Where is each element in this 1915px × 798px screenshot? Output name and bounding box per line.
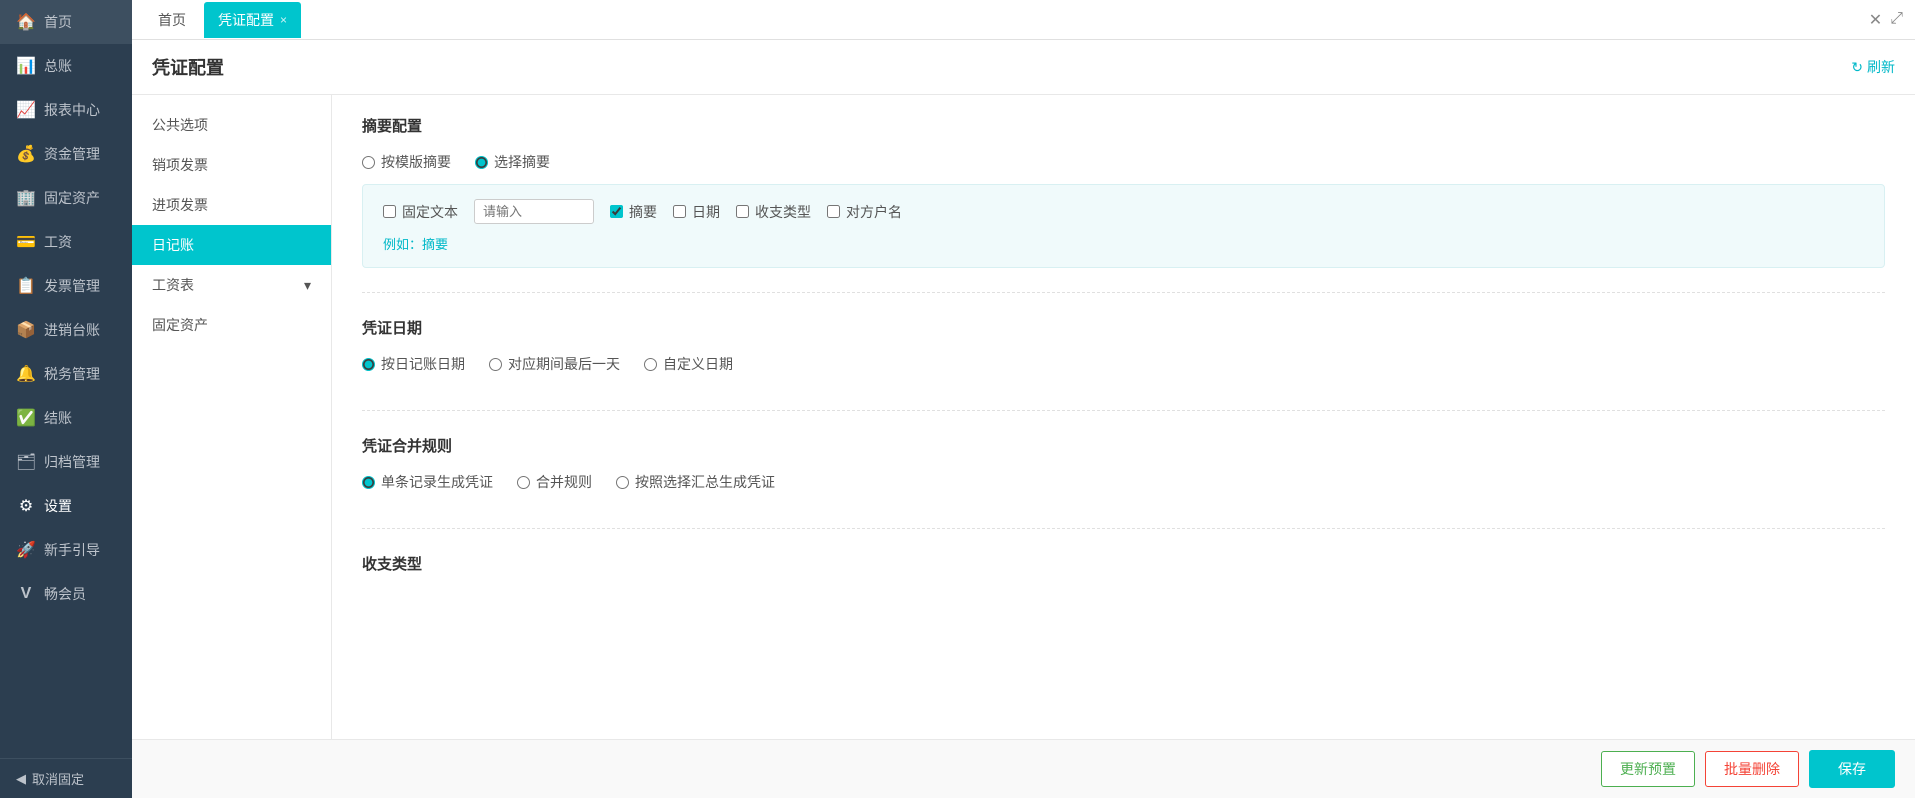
radio-select-summary[interactable]: 按照选择汇总生成凭证 [616,472,775,492]
settings-icon: ⚙ [16,496,36,516]
tax-icon: 🔔 [16,364,36,384]
invoice-icon: 📋 [16,276,36,296]
sidebar-item-guide[interactable]: 🚀 新手引导 [0,528,132,572]
checkbox-fixed-text[interactable]: 固定文本 [383,202,458,222]
summary-radio-group: 按模版摘要 选择摘要 [362,152,1885,172]
merge-rules-title: 凭证合并规则 [362,435,1885,456]
income-type-title: 收支类型 [362,553,1885,574]
archive-icon: 🗂 [16,452,36,472]
income-type-section: 收支类型 [362,553,1885,614]
home-icon: 🏠 [16,12,36,32]
sidebar-item-fixed-assets[interactable]: 🏢 固定资产 [0,176,132,220]
tab-home[interactable]: 首页 [144,2,200,38]
checkbox-counterpart[interactable]: 对方户名 [827,202,902,222]
summary-config-box: 固定文本 摘要 日期 收支类型 [362,184,1885,268]
radio-select-summary[interactable]: 选择摘要 [475,152,550,172]
tab-bar-actions: ✕ ⤢ [1869,10,1903,30]
sidebar-item-settlement[interactable]: ✅ 结账 [0,396,132,440]
guide-icon: 🚀 [16,540,36,560]
fixed-text-input[interactable] [474,199,594,224]
nav-item-purchase-invoice[interactable]: 进项发票 [132,185,331,225]
unpin-button[interactable]: ◀ 取消固定 [0,758,132,798]
sidebar-item-archive[interactable]: 🗂 归档管理 [0,440,132,484]
tab-bar: 首页 凭证配置 × ✕ ⤢ [132,0,1915,40]
sidebar-item-tax[interactable]: 🔔 税务管理 [0,352,132,396]
summary-title: 摘要配置 [362,115,1885,136]
reports-icon: 📈 [16,100,36,120]
batch-delete-button[interactable]: 批量删除 [1705,751,1799,787]
bottom-bar: 更新预置 批量删除 保存 [132,739,1915,798]
save-button[interactable]: 保存 [1809,750,1895,788]
merge-rules-radio-group: 单条记录生成凭证 合并规则 按照选择汇总生成凭证 [362,472,1885,492]
refresh-icon: ↻ [1851,59,1863,76]
radio-custom-date[interactable]: 自定义日期 [644,354,733,374]
merge-rules-section: 凭证合并规则 单条记录生成凭证 合并规则 按照选择汇总生成凭证 [362,435,1885,529]
radio-single-record[interactable]: 单条记录生成凭证 [362,472,493,492]
radio-journal-date[interactable]: 按日记账日期 [362,354,465,374]
summary-checkbox-row: 固定文本 摘要 日期 收支类型 [383,199,1864,224]
vip-icon: V [16,585,36,603]
chevron-down-icon: ▾ [304,277,311,294]
update-preview-button[interactable]: 更新预置 [1601,751,1695,787]
sidebar-item-general-ledger[interactable]: 📊 总账 [0,44,132,88]
voucher-date-section: 凭证日期 按日记账日期 对应期间最后一天 自定义日期 [362,317,1885,411]
sidebar: 🏠 首页 📊 总账 📈 报表中心 💰 资金管理 🏢 固定资产 💳 工资 📋 发票… [0,0,132,798]
left-nav: 公共选项 销项发票 进项发票 日记账 工资表 ▾ 固定资产 [132,95,332,739]
voucher-date-title: 凭证日期 [362,317,1885,338]
expand-icon[interactable]: ⤢ [1890,10,1903,30]
nav-item-payroll-table[interactable]: 工资表 ▾ [132,265,331,305]
page-title: 凭证配置 [152,54,224,80]
nav-item-sales-invoice[interactable]: 销项发票 [132,145,331,185]
radio-template-summary[interactable]: 按模版摘要 [362,152,451,172]
fixed-assets-icon: 🏢 [16,188,36,208]
voucher-date-radio-group: 按日记账日期 对应期间最后一天 自定义日期 [362,354,1885,374]
radio-merge-rules[interactable]: 合并规则 [517,472,592,492]
checkbox-income-type[interactable]: 收支类型 [736,202,811,222]
sidebar-item-purchase-sales[interactable]: 📦 进销台账 [0,308,132,352]
settlement-icon: ✅ [16,408,36,428]
sidebar-item-reports[interactable]: 📈 报表中心 [0,88,132,132]
main-area: 首页 凭证配置 × ✕ ⤢ 凭证配置 ↻ 刷新 公共选项 销项发票 进项 [132,0,1915,798]
pin-icon: ◀ [16,771,26,787]
page-header: 凭证配置 ↻ 刷新 [132,40,1915,95]
checkbox-date[interactable]: 日期 [673,202,720,222]
sidebar-item-home[interactable]: 🏠 首页 [0,0,132,44]
sidebar-item-vip[interactable]: V 畅会员 [0,572,132,616]
sidebar-item-invoice-mgmt[interactable]: 📋 发票管理 [0,264,132,308]
checkbox-abstract[interactable]: 摘要 [610,202,657,222]
tab-close-button[interactable]: × [280,13,287,27]
sidebar-item-settings[interactable]: ⚙ 设置 [0,484,132,528]
right-content: 摘要配置 按模版摘要 选择摘要 固定文本 [332,95,1915,739]
nav-item-fixed-assets[interactable]: 固定资产 [132,305,331,345]
close-window-icon[interactable]: ✕ [1869,10,1882,30]
tab-voucher-config[interactable]: 凭证配置 × [204,2,301,38]
content-layout: 公共选项 销项发票 进项发票 日记账 工资表 ▾ 固定资产 摘要配置 [132,95,1915,739]
refresh-button[interactable]: ↻ 刷新 [1851,57,1895,77]
example-text: 例如：摘要 [383,234,1864,253]
summary-section: 摘要配置 按模版摘要 选择摘要 固定文本 [362,115,1885,293]
purchase-sales-icon: 📦 [16,320,36,340]
payroll-icon: 💳 [16,232,36,252]
nav-item-journal[interactable]: 日记账 [132,225,331,265]
ledger-icon: 📊 [16,56,36,76]
funds-icon: 💰 [16,144,36,164]
sidebar-item-funds[interactable]: 💰 资金管理 [0,132,132,176]
radio-period-last[interactable]: 对应期间最后一天 [489,354,620,374]
nav-item-public[interactable]: 公共选项 [132,105,331,145]
sidebar-item-payroll[interactable]: 💳 工资 [0,220,132,264]
